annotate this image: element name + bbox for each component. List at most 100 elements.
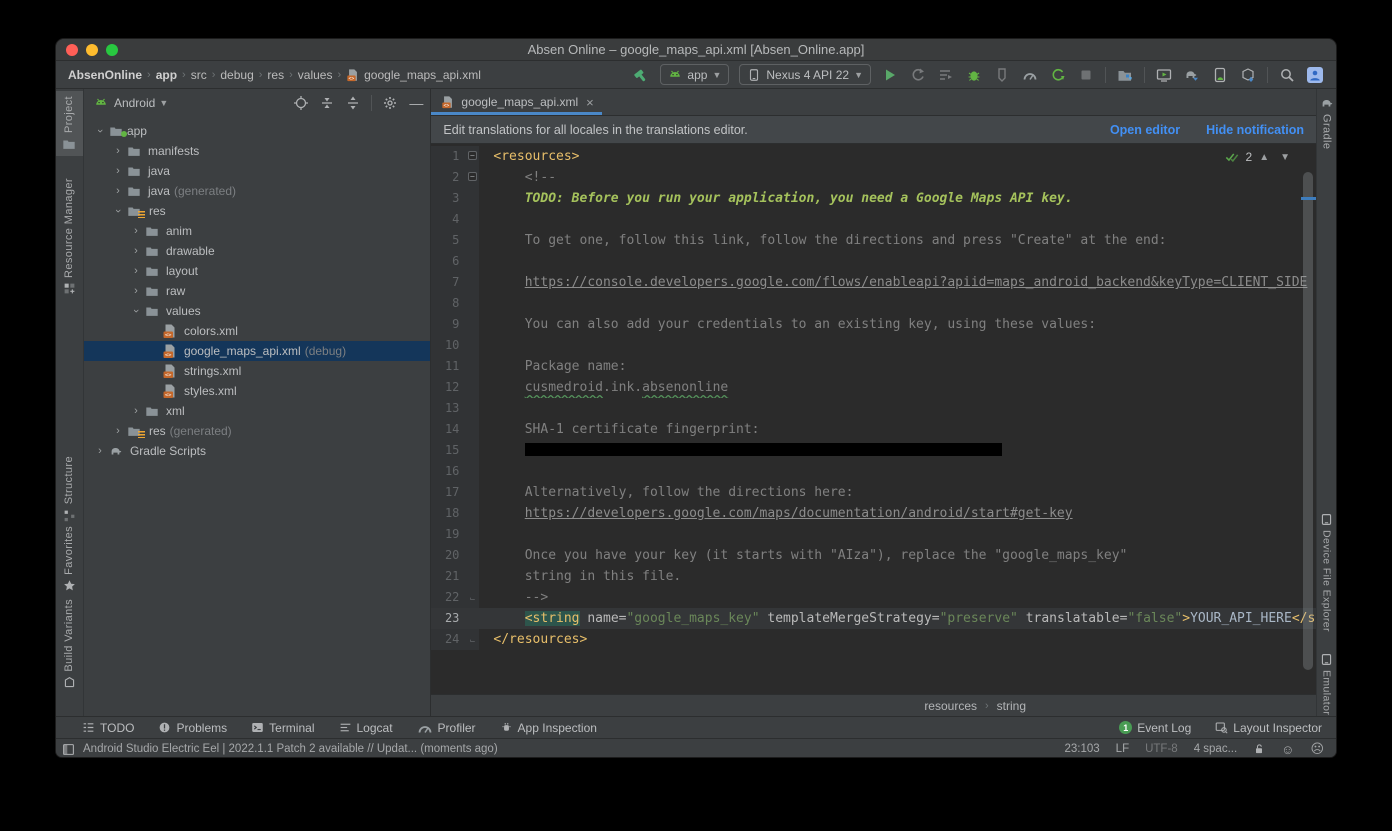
search-everywhere-icon[interactable] <box>1278 66 1296 84</box>
tree-chevron-icon[interactable]: › <box>92 445 108 457</box>
code-line-3[interactable]: 3 TODO: Before you run your application,… <box>431 188 1316 209</box>
breadcrumb-resources[interactable]: resources <box>924 699 977 713</box>
toolwindow-terminal[interactable]: Terminal <box>251 721 315 735</box>
breadcrumb-item[interactable]: AbsenOnline <box>68 68 142 82</box>
breadcrumb-item[interactable]: src <box>191 68 207 82</box>
tree-item-app[interactable]: › app <box>84 121 430 141</box>
code-line-17[interactable]: 17 Alternatively, follow the directions … <box>431 482 1316 503</box>
hide-panel-icon[interactable]: — <box>408 95 424 111</box>
readonly-lock-icon[interactable] <box>1253 743 1265 755</box>
minimize-window-button[interactable] <box>86 43 98 56</box>
tree-chevron-icon[interactable]: › <box>112 203 124 219</box>
sidebar-item-emulator[interactable]: Emulator <box>1317 647 1336 720</box>
tree-item-values[interactable]: › values <box>84 301 430 321</box>
next-problem-icon[interactable]: ▼ <box>1280 152 1290 163</box>
tree-chevron-icon[interactable]: › <box>110 165 126 177</box>
breadcrumb-item[interactable]: res <box>267 68 284 82</box>
breadcrumb-string[interactable]: string <box>997 699 1026 713</box>
tree-item-strings-xml[interactable]: <> strings.xml <box>84 361 430 381</box>
tree-item-drawable[interactable]: › drawable <box>84 241 430 261</box>
code-line-18[interactable]: 18 https://developers.google.com/maps/do… <box>431 503 1316 524</box>
tree-item-anim[interactable]: › anim <box>84 221 430 241</box>
intention-bulb-icon[interactable] <box>490 612 502 624</box>
code-line-7[interactable]: 7 https://console.developers.google.com/… <box>431 272 1316 293</box>
breadcrumb-item[interactable]: <> google_maps_api.xml <box>346 68 481 82</box>
code-line-5[interactable]: 5 To get one, follow this link, follow t… <box>431 230 1316 251</box>
code-line-13[interactable]: 13 <box>431 398 1316 419</box>
sidebar-item-structure[interactable]: Structure <box>56 451 83 527</box>
apply-changes-button[interactable] <box>909 66 927 84</box>
code-line-12[interactable]: 12 cusmedroid.ink.absenonline <box>431 377 1316 398</box>
code-line-1[interactable]: 1− <resources> <box>431 146 1316 167</box>
code-line-6[interactable]: 6 <box>431 251 1316 272</box>
sidebar-item-gradle[interactable]: Gradle <box>1317 91 1336 154</box>
sdk-manager-icon[interactable] <box>1239 66 1257 84</box>
tree-chevron-icon[interactable]: › <box>128 405 144 417</box>
code-line-16[interactable]: 16 <box>431 461 1316 482</box>
breadcrumb-item[interactable]: debug <box>220 68 253 82</box>
tree-chevron-icon[interactable]: › <box>130 303 142 319</box>
device-select[interactable]: Nexus 4 API 22 ▼ <box>739 64 871 85</box>
tree-chevron-icon[interactable]: › <box>110 145 126 157</box>
collapse-all-icon[interactable] <box>345 95 361 111</box>
fold-marker-icon[interactable]: − <box>465 146 480 167</box>
project-view-selector[interactable]: Android <box>114 96 155 110</box>
apply-code-changes-button[interactable] <box>937 66 955 84</box>
hide-notification-link[interactable]: Hide notification <box>1206 123 1304 137</box>
tree-chevron-icon[interactable]: › <box>110 185 126 197</box>
code-line-2[interactable]: 2− <!-- <box>431 167 1316 188</box>
tree-chevron-icon[interactable]: › <box>128 285 144 297</box>
open-editor-link[interactable]: Open editor <box>1110 123 1180 137</box>
tree-item-java[interactable]: › java <box>84 161 430 181</box>
breadcrumb-item[interactable]: values <box>298 68 333 82</box>
tree-chevron-icon[interactable]: › <box>110 425 126 437</box>
caret-position[interactable]: 23:103 <box>1064 743 1099 755</box>
code-line-8[interactable]: 8 <box>431 293 1316 314</box>
avd-manager-icon[interactable] <box>1211 66 1229 84</box>
close-tab-icon[interactable]: × <box>586 95 594 110</box>
code-line-10[interactable]: 10 <box>431 335 1316 356</box>
rerun-with-changes-button[interactable] <box>1049 66 1067 84</box>
build-hammer-icon[interactable] <box>632 66 650 84</box>
code-line-21[interactable]: 21 string in this file. <box>431 566 1316 587</box>
toolwindow-switcher-icon[interactable] <box>62 743 75 756</box>
sad-face-icon[interactable]: ☹ <box>1310 741 1324 757</box>
toolwindow-profiler[interactable]: Profiler <box>417 720 476 736</box>
inspection-widget[interactable]: 2 ▲ ▼ <box>1225 150 1290 164</box>
tree-item-raw[interactable]: › raw <box>84 281 430 301</box>
code-line-23[interactable]: 23 <string name="google_maps_key" templa… <box>431 608 1317 629</box>
tree-item-manifests[interactable]: › manifests <box>84 141 430 161</box>
run-button[interactable] <box>881 66 899 84</box>
line-ending[interactable]: LF <box>1116 743 1129 755</box>
debug-button[interactable] <box>965 66 983 84</box>
attach-debugger-icon[interactable] <box>993 66 1011 84</box>
device-manager-icon[interactable] <box>1116 66 1134 84</box>
happy-face-icon[interactable]: ☺ <box>1281 742 1294 757</box>
editor-scrollbar[interactable] <box>1303 172 1314 670</box>
tree-chevron-icon[interactable]: › <box>128 245 144 257</box>
code-editor[interactable]: 1− <resources> 2− <!-- 3 TODO: Before you r… <box>431 144 1317 694</box>
indent-setting[interactable]: 4 spac... <box>1194 743 1237 755</box>
event-log-button[interactable]: 1 Event Log <box>1119 721 1191 735</box>
encoding[interactable]: UTF-8 <box>1145 743 1178 755</box>
code-line-20[interactable]: 20 Once you have your key (it starts wit… <box>431 545 1316 566</box>
tab-google-maps-api-xml[interactable]: <> google_maps_api.xml × <box>431 89 602 115</box>
tree-item-colors-xml[interactable]: <> colors.xml <box>84 321 430 341</box>
toolwindow-todo[interactable]: TODO <box>82 721 134 735</box>
code-line-22[interactable]: 22 ⌐ --> <box>431 587 1316 608</box>
toolwindow-app-inspection[interactable]: App Inspection <box>500 721 597 735</box>
tree-item-res[interactable]: › res (generated) <box>84 421 430 441</box>
code-line-15[interactable]: 15 <box>431 440 1316 461</box>
sidebar-item-build-variants[interactable]: Build Variants <box>56 594 83 695</box>
status-message[interactable]: Android Studio Electric Eel | 2022.1.1 P… <box>83 743 498 755</box>
zoom-window-button[interactable] <box>106 43 118 56</box>
gradle-sync-icon[interactable] <box>1183 66 1201 84</box>
close-window-button[interactable] <box>66 43 78 56</box>
toolwindow-problems[interactable]: Problems <box>158 721 227 735</box>
tree-item-xml[interactable]: › xml <box>84 401 430 421</box>
code-line-11[interactable]: 11 Package name: <box>431 356 1316 377</box>
chevron-down-icon[interactable]: ▼ <box>159 98 168 108</box>
tree-item-java[interactable]: › java (generated) <box>84 181 430 201</box>
breadcrumb-item[interactable]: app <box>156 68 177 82</box>
toolwindow-logcat[interactable]: Logcat <box>339 721 393 735</box>
